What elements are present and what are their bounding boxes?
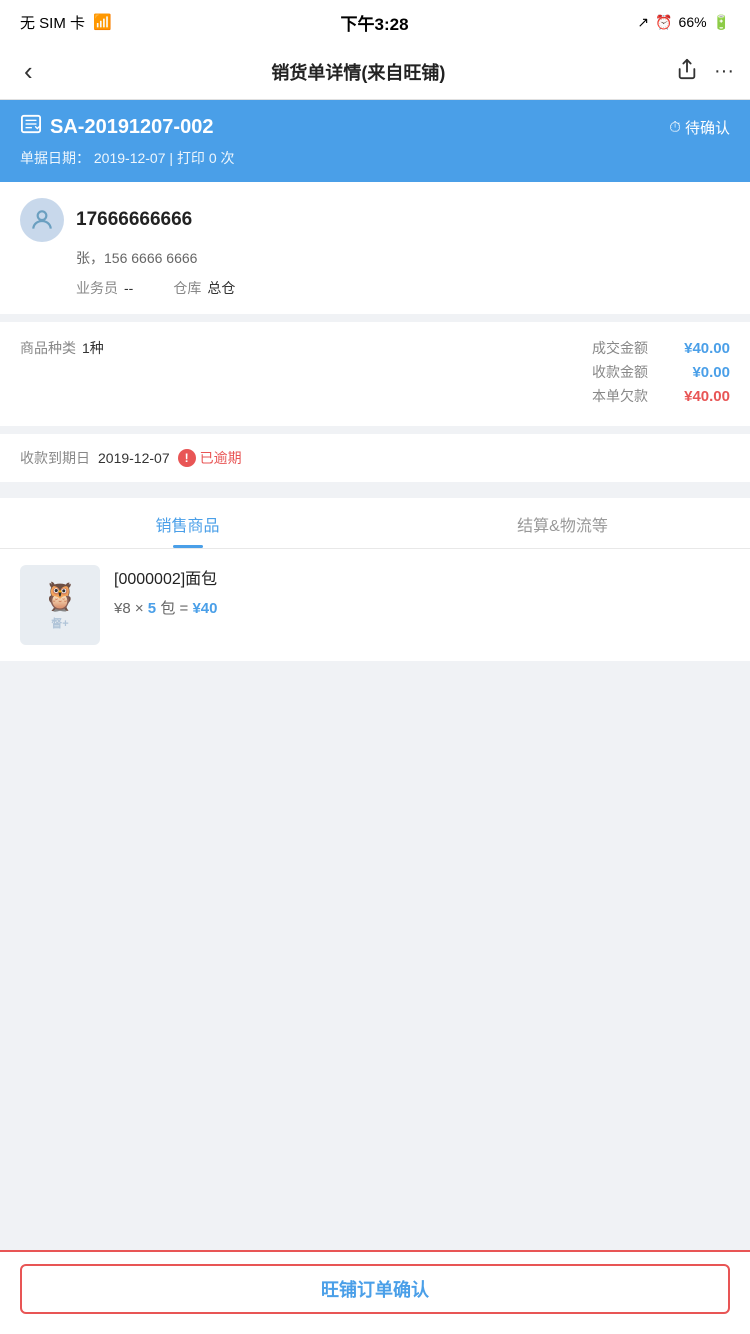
overdue-badge: ! 已逾期: [178, 448, 242, 468]
tab-products[interactable]: 销售商品: [0, 498, 375, 548]
confirm-button[interactable]: 旺铺订单确认: [20, 1264, 730, 1314]
product-type-label: 商品种类: [20, 338, 76, 358]
summary-section: 商品种类 1种 成交金额 ¥40.00 收款金额 ¥0.00 本单欠款 ¥40.…: [0, 322, 750, 426]
product-price: ¥8 × 5 包 = ¥40: [114, 597, 730, 618]
nav-actions: ···: [676, 58, 734, 86]
amount-value-0: ¥40.00: [660, 340, 730, 357]
product-item: 🦉 督+ [0000002]面包 ¥8 × 5 包 = ¥40: [0, 549, 750, 661]
product-thumbnail: 🦉 督+: [20, 565, 100, 645]
status-bar: 无 SIM 卡 📶 下午3:28 ↗ ⏰ 66% 🔋: [0, 0, 750, 44]
staff-value: --: [124, 280, 133, 296]
status-carrier: 无 SIM 卡 📶: [20, 12, 112, 33]
order-date: 单据日期： 2019-12-07 | 打印 0 次: [20, 148, 730, 168]
order-doc-icon: [20, 114, 42, 140]
overdue-icon: !: [178, 449, 196, 467]
more-button[interactable]: ···: [714, 60, 734, 83]
carrier-text: 无 SIM 卡: [20, 12, 85, 33]
overdue-text: 已逾期: [200, 448, 242, 468]
staff-label: 业务员: [76, 278, 118, 298]
amount-summary: 成交金额 ¥40.00 收款金额 ¥0.00 本单欠款 ¥40.00: [592, 338, 730, 410]
warehouse-value: 总仓: [207, 278, 235, 298]
product-type: 商品种类 1种: [20, 338, 104, 358]
amount-label-1: 收款金额: [592, 362, 648, 382]
page-title: 销货单详情(来自旺铺): [41, 59, 676, 85]
tab-settlement[interactable]: 结算&物流等: [375, 498, 750, 548]
alarm-icon: ⏰: [655, 14, 672, 31]
customer-phone: 17666666666: [76, 209, 192, 231]
product-type-value: 1种: [82, 338, 104, 358]
product-info: [0000002]面包 ¥8 × 5 包 = ¥40: [114, 565, 730, 618]
due-label: 收款到期日: [20, 448, 90, 468]
product-list: 🦉 督+ [0000002]面包 ¥8 × 5 包 = ¥40: [0, 549, 750, 661]
customer-avatar: [20, 198, 64, 242]
product-total: ¥40: [192, 600, 217, 617]
due-date: 2019-12-07: [98, 450, 170, 466]
order-status: ⏱ 待确认: [669, 117, 730, 138]
warehouse-item: 仓库 总仓: [173, 278, 235, 298]
order-header: SA-20191207-002 ⏱ 待确认 单据日期： 2019-12-07 |…: [0, 100, 750, 182]
product-brand-icon: 🦉: [43, 580, 78, 613]
order-id: SA-20191207-002: [20, 114, 213, 140]
amount-label-2: 本单欠款: [592, 386, 648, 406]
share-button[interactable]: [676, 58, 698, 86]
amount-row-1: 收款金额 ¥0.00: [592, 362, 730, 382]
tabs-section: 销售商品 结算&物流等 🦉 督+ [0000002]面包 ¥8 × 5 包: [0, 498, 750, 661]
product-qty: 5: [148, 600, 156, 617]
customer-section: 17666666666 张，156 6666 6666 业务员 -- 仓库 总仓: [0, 182, 750, 314]
amount-row-2: 本单欠款 ¥40.00: [592, 386, 730, 406]
product-name: [0000002]面包: [114, 565, 730, 589]
staff-item: 业务员 --: [76, 278, 133, 298]
divider-2: [0, 426, 750, 434]
warehouse-label: 仓库: [173, 278, 201, 298]
amount-value-1: ¥0.00: [660, 364, 730, 381]
wifi-icon: 📶: [93, 13, 112, 31]
status-time: 下午3:28: [341, 10, 409, 35]
battery-icon: 🔋: [713, 14, 730, 31]
confirm-btn-wrapper: 旺铺订单确认: [0, 1250, 750, 1334]
clock-icon: ⏱: [669, 119, 681, 136]
amount-value-2: ¥40.00: [660, 388, 730, 405]
nav-bar: ‹ 销货单详情(来自旺铺) ···: [0, 44, 750, 100]
customer-name: 张，156 6666 6666: [76, 248, 730, 268]
location-icon: ↗: [637, 14, 649, 31]
amount-label-0: 成交金额: [592, 338, 648, 358]
bottom-area: [0, 661, 750, 941]
tabs-bar: 销售商品 结算&物流等: [0, 498, 750, 549]
divider-1: [0, 314, 750, 322]
back-button[interactable]: ‹: [16, 52, 41, 91]
amount-row-0: 成交金额 ¥40.00: [592, 338, 730, 358]
divider-3: [0, 482, 750, 490]
battery-text: 66%: [679, 14, 707, 30]
due-section: 收款到期日 2019-12-07 ! 已逾期: [0, 434, 750, 482]
status-right: ↗ ⏰ 66% 🔋: [637, 14, 730, 31]
customer-meta: 业务员 -- 仓库 总仓: [76, 278, 730, 298]
brand-plus-text: 督+: [51, 615, 68, 631]
